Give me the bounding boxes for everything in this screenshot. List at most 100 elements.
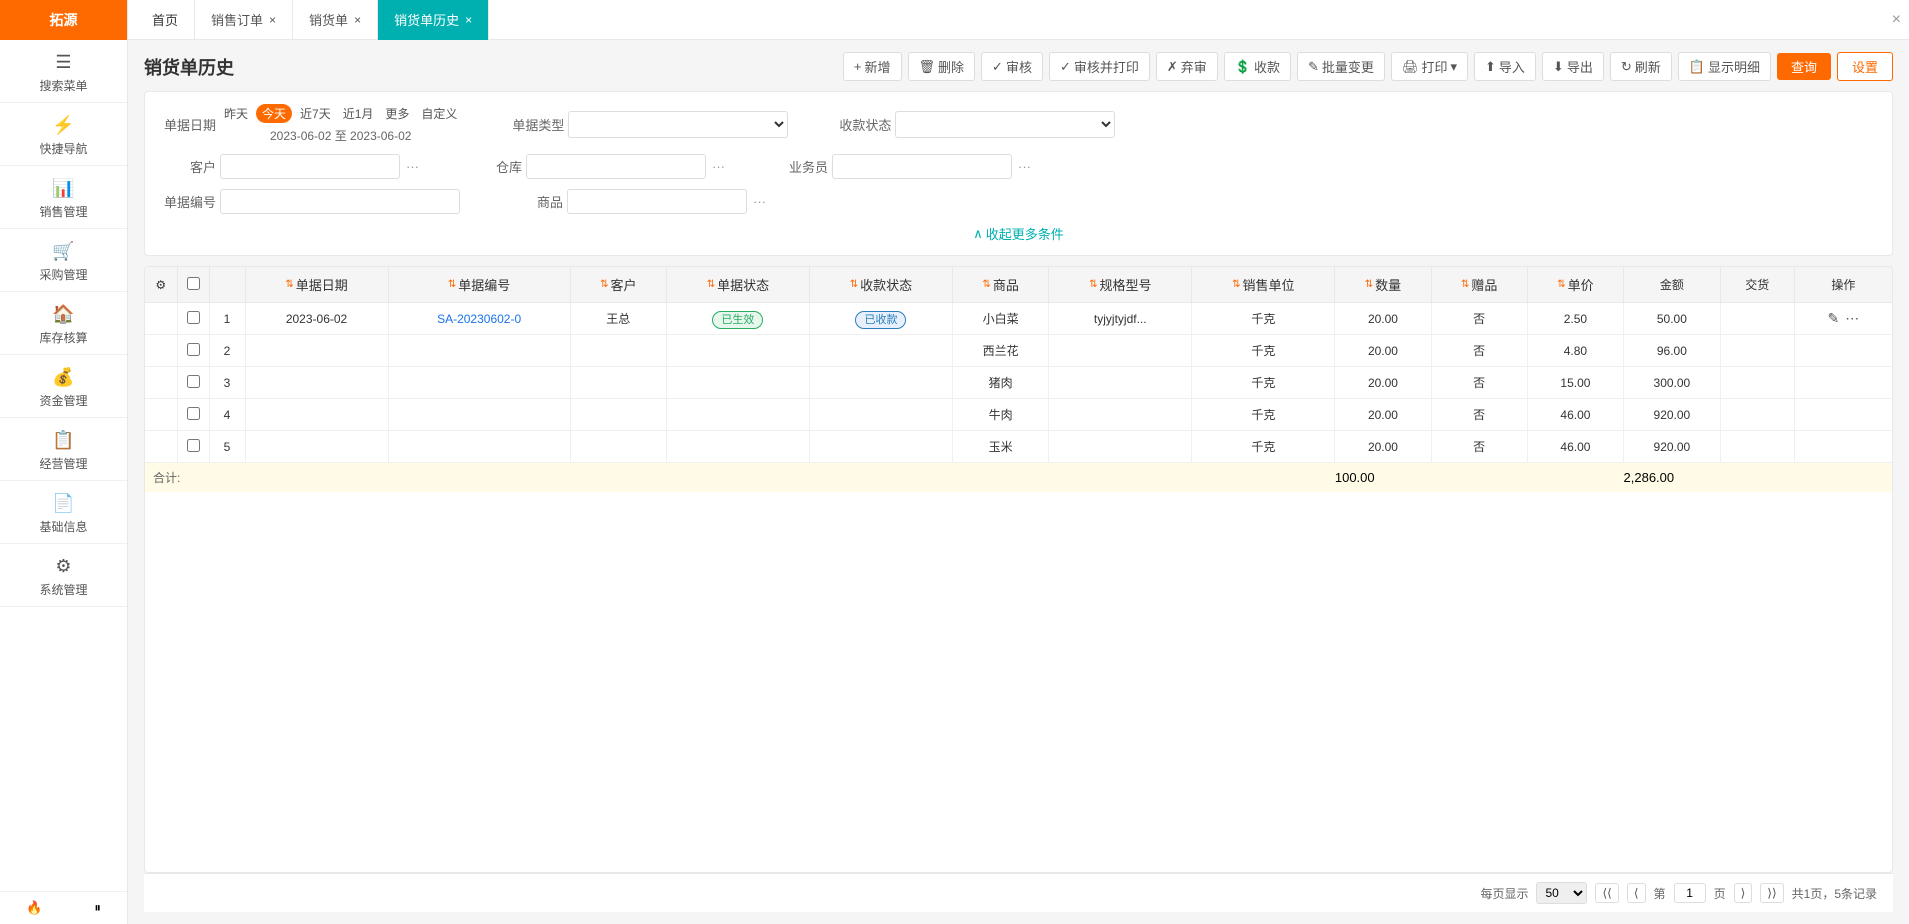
- td-checkbox[interactable]: [177, 399, 209, 431]
- goods-input[interactable]: [567, 189, 747, 214]
- table-body: 1 2023-06-02 SA-20230602-0 王总 已生效 已收款 小白…: [145, 303, 1892, 463]
- td-amount: 300.00: [1624, 367, 1721, 399]
- warehouse-picker-icon[interactable]: ···: [712, 159, 725, 174]
- salesman-picker-icon[interactable]: ···: [1018, 159, 1031, 174]
- select-all-checkbox[interactable]: [187, 277, 200, 290]
- shortcut-custom[interactable]: 自定义: [417, 104, 461, 123]
- row-checkbox[interactable]: [187, 439, 200, 452]
- sidebar-item-fund-mgmt[interactable]: 💰 资金管理: [0, 355, 127, 418]
- sidebar-item-quick-nav[interactable]: ⚡ 快捷导航: [0, 103, 127, 166]
- first-page-btn[interactable]: ⟨⟨: [1595, 883, 1618, 903]
- collect-status-select[interactable]: [895, 111, 1115, 138]
- edit-action-icon[interactable]: ✎: [1827, 310, 1839, 326]
- footer-fire-icon[interactable]: 🔥: [26, 900, 42, 916]
- doc-type-select[interactable]: [568, 111, 788, 138]
- td-checkbox[interactable]: [177, 367, 209, 399]
- shortcut-more[interactable]: 更多: [381, 104, 413, 123]
- th-checkbox[interactable]: [177, 267, 209, 303]
- th-settings[interactable]: ⚙: [145, 267, 177, 303]
- tab-sales-history-close[interactable]: ×: [465, 13, 472, 27]
- row-checkbox[interactable]: [187, 343, 200, 356]
- audit-button[interactable]: ✓ 审核: [981, 52, 1043, 81]
- tab-sales-goods[interactable]: 销货单 ×: [293, 0, 378, 40]
- td-doc-no[interactable]: SA-20230602-0: [388, 303, 570, 335]
- collapse-button[interactable]: ∧ 收起更多条件: [973, 224, 1064, 243]
- sidebar-item-purchase-mgmt[interactable]: 🛒 采购管理: [0, 229, 127, 292]
- sort-icon: ⇅: [600, 279, 608, 290]
- th-collect-status[interactable]: ⇅收款状态: [809, 267, 952, 303]
- goods-picker-icon[interactable]: ···: [753, 194, 766, 209]
- abandon-button[interactable]: ✗ 弃审: [1156, 52, 1218, 81]
- next-page-btn[interactable]: ⟩: [1734, 883, 1753, 903]
- customer-input[interactable]: [220, 154, 400, 179]
- settings-button[interactable]: 设置: [1837, 52, 1893, 81]
- td-gift: 否: [1431, 431, 1527, 463]
- shortcut-yesterday[interactable]: 昨天: [220, 104, 252, 123]
- customer-picker-icon[interactable]: ···: [406, 159, 419, 174]
- shortcut-today[interactable]: 今天: [256, 104, 292, 123]
- doc-no-label: 单据编号: [161, 192, 216, 211]
- th-sales-unit[interactable]: ⇅销售单位: [1192, 267, 1335, 303]
- print-button[interactable]: 🖨 打印 ▾: [1391, 52, 1468, 81]
- td-gift: 否: [1431, 367, 1527, 399]
- sidebar-item-sys-mgmt[interactable]: ⚙ 系统管理: [0, 544, 127, 607]
- tab-sales-history[interactable]: 销货单历史 ×: [378, 0, 489, 40]
- td-spec-type: [1049, 367, 1192, 399]
- export-button[interactable]: ⬇ 导出: [1542, 52, 1604, 81]
- show-detail-button[interactable]: 📋 显示明细: [1678, 52, 1771, 81]
- warehouse-input[interactable]: [526, 154, 706, 179]
- tab-sales-order-close[interactable]: ×: [269, 13, 276, 27]
- doc-no-input[interactable]: [220, 189, 460, 214]
- tab-sales-goods-close[interactable]: ×: [354, 13, 361, 27]
- page-input[interactable]: [1674, 883, 1706, 903]
- td-doc-no[interactable]: [388, 367, 570, 399]
- th-quantity[interactable]: ⇅数量: [1335, 267, 1431, 303]
- th-unit-price[interactable]: ⇅单价: [1527, 267, 1623, 303]
- tab-home[interactable]: 首页: [136, 0, 195, 40]
- salesman-input[interactable]: [832, 154, 1012, 179]
- footer-pause-icon[interactable]: ⏸: [94, 900, 101, 916]
- refresh-button[interactable]: ↻ 刷新: [1610, 52, 1672, 81]
- prev-page-btn[interactable]: ⟨: [1627, 883, 1646, 903]
- batch-change-button[interactable]: ✎ 批量变更: [1297, 52, 1385, 81]
- row-checkbox[interactable]: [187, 407, 200, 420]
- td-doc-no[interactable]: [388, 399, 570, 431]
- collect-button[interactable]: 💲 收款: [1224, 52, 1291, 81]
- td-checkbox[interactable]: [177, 431, 209, 463]
- th-spec-type[interactable]: ⇅规格型号: [1049, 267, 1192, 303]
- sidebar-item-biz-mgmt[interactable]: 📋 经营管理: [0, 418, 127, 481]
- import-button[interactable]: ⬆ 导入: [1474, 52, 1536, 81]
- sidebar-item-sales-mgmt[interactable]: 📊 销售管理: [0, 166, 127, 229]
- td-doc-no[interactable]: [388, 431, 570, 463]
- shortcut-1month[interactable]: 近1月: [339, 104, 378, 123]
- td-checkbox[interactable]: [177, 303, 209, 335]
- audit-print-icon: ✓: [1060, 59, 1071, 75]
- query-button[interactable]: 查询: [1777, 53, 1831, 80]
- last-page-btn[interactable]: ⟩⟩: [1760, 883, 1783, 903]
- sidebar-item-inventory-calc[interactable]: 🏠 库存核算: [0, 292, 127, 355]
- filter-salesman-item: 业务员 ···: [773, 154, 1031, 179]
- collapse-icon: ∧: [973, 226, 983, 242]
- row-checkbox[interactable]: [187, 375, 200, 388]
- th-goods[interactable]: ⇅商品: [953, 267, 1049, 303]
- per-page-select[interactable]: 50 100: [1536, 882, 1587, 904]
- more-action-icon[interactable]: ⋯: [1845, 310, 1859, 326]
- td-goods: 西兰花: [953, 335, 1049, 367]
- th-doc-date[interactable]: ⇅单据日期: [245, 267, 388, 303]
- td-checkbox[interactable]: [177, 335, 209, 367]
- audit-print-button[interactable]: ✓ 审核并打印: [1049, 52, 1150, 81]
- td-doc-no[interactable]: [388, 335, 570, 367]
- th-gift[interactable]: ⇅赠品: [1431, 267, 1527, 303]
- sidebar-item-basic-info[interactable]: 📄 基础信息: [0, 481, 127, 544]
- tab-sales-order[interactable]: 销售订单 ×: [195, 0, 293, 40]
- footer-empty-10: [1527, 463, 1623, 493]
- th-customer[interactable]: ⇅客户: [570, 267, 666, 303]
- th-doc-status[interactable]: ⇅单据状态: [666, 267, 809, 303]
- window-close-btn[interactable]: ×: [1892, 11, 1901, 29]
- row-checkbox[interactable]: [187, 311, 200, 324]
- th-doc-no[interactable]: ⇅单据编号: [388, 267, 570, 303]
- delete-button[interactable]: 🗑 删除: [908, 52, 976, 81]
- sidebar-item-search-menu[interactable]: ☰ 搜索菜单: [0, 40, 127, 103]
- new-button[interactable]: + 新增: [843, 52, 902, 81]
- shortcut-7days[interactable]: 近7天: [296, 104, 335, 123]
